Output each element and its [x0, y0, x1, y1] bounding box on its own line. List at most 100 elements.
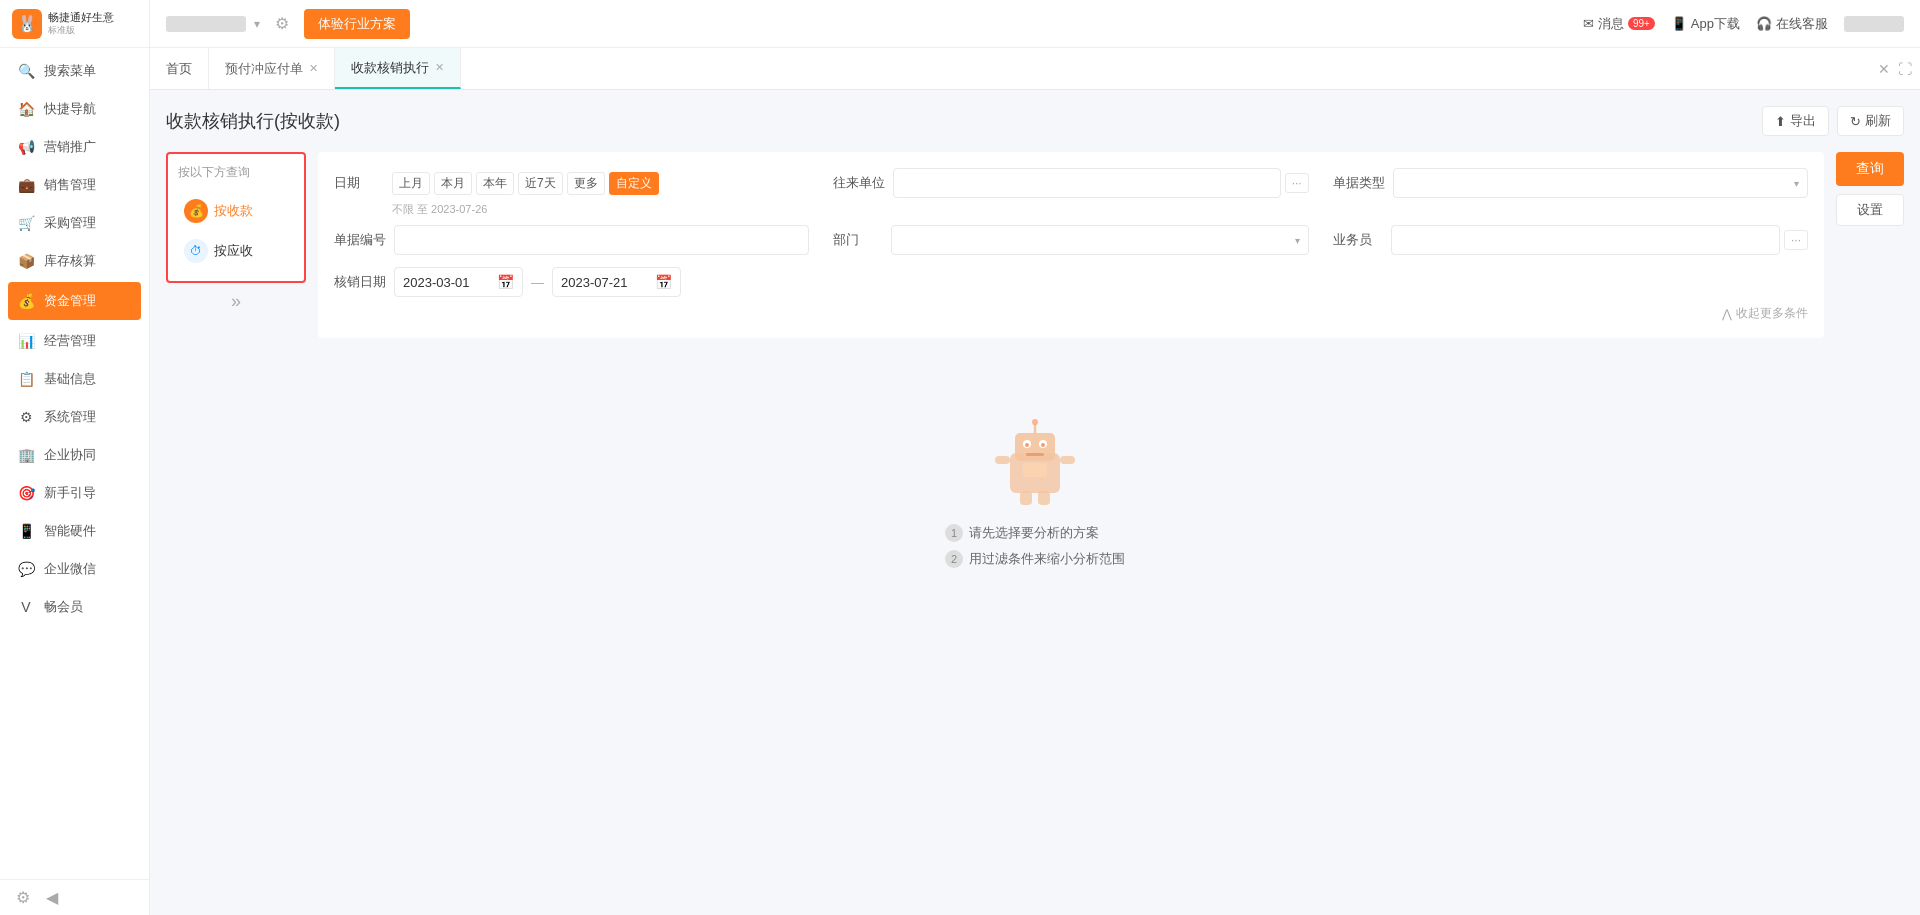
sidebar-item-system[interactable]: ⚙ 系统管理	[0, 398, 149, 436]
collapse-sidebar-icon[interactable]: ◀	[46, 888, 58, 907]
export-button[interactable]: ⬆ 导出	[1762, 106, 1829, 136]
tab-receipt[interactable]: 收款核销执行 ✕	[335, 48, 461, 89]
company-dropdown-icon[interactable]: ▾	[254, 17, 260, 31]
query-button[interactable]: 查询	[1836, 152, 1904, 186]
empty-state: 1 请先选择要分析的方案 2 用过滤条件来缩小分析范围	[166, 338, 1904, 656]
header-right: ✉ 消息 99+ 📱 App下载 🎧 在线客服	[1583, 15, 1904, 33]
inventory-icon: 📦	[16, 253, 36, 269]
sidebar-label-inventory: 库存核算	[44, 252, 96, 270]
sidebar-item-inventory[interactable]: 📦 库存核算	[0, 242, 149, 280]
filter-sidebar: 按以下方查询 💰 按收款 ⏱ 按应收 »	[166, 152, 306, 338]
verify-date-end-wrap: 2023-07-21 📅	[552, 267, 681, 297]
sidebar-item-enterprise[interactable]: 🏢 企业协同	[0, 436, 149, 474]
purchase-icon: 🛒	[16, 215, 36, 231]
voucher-no-row: 单据编号	[334, 225, 809, 255]
department-select[interactable]: ▾	[891, 225, 1308, 255]
tab-close-all-button[interactable]: ✕	[1878, 61, 1890, 77]
department-label: 部门	[833, 231, 883, 249]
online-service-action[interactable]: 🎧 在线客服	[1756, 15, 1828, 33]
date-more-btn[interactable]: 更多	[567, 172, 605, 195]
date-custom-btn[interactable]: 自定义	[609, 172, 659, 195]
tab-bar: 首页 预付冲应付单 ✕ 收款核销执行 ✕ ✕ ⛶	[150, 48, 1920, 90]
hardware-icon: 📱	[16, 523, 36, 539]
staff-input[interactable]	[1391, 225, 1780, 255]
top-header: ▾ ⚙ 体验行业方案 ✉ 消息 99+ 📱 App下载 🎧 在线客服	[150, 0, 1920, 48]
filter-collapse-button[interactable]: »	[166, 291, 306, 312]
staff-more-btn[interactable]: ···	[1784, 230, 1808, 250]
marketing-icon: 📢	[16, 139, 36, 155]
message-badge: 99+	[1628, 17, 1655, 30]
tab-receipt-close[interactable]: ✕	[435, 61, 444, 74]
counterparty-input[interactable]	[893, 168, 1280, 198]
message-label: 消息	[1598, 15, 1624, 33]
sidebar-label-enterprise: 企业协同	[44, 446, 96, 464]
sidebar-label-purchase: 采购管理	[44, 214, 96, 232]
action-bar: 查询 设置	[1836, 152, 1904, 338]
message-icon: ✉	[1583, 16, 1594, 31]
verify-date-start-input[interactable]: 2023-03-01	[403, 275, 493, 290]
app-download-action[interactable]: 📱 App下载	[1671, 15, 1740, 33]
voucher-no-field	[394, 225, 809, 255]
empty-tips: 1 请先选择要分析的方案 2 用过滤条件来缩小分析范围	[945, 524, 1125, 576]
filter-by-receivable[interactable]: ⏱ 按应收	[178, 231, 294, 271]
date-7days-btn[interactable]: 近7天	[518, 172, 563, 195]
voucher-no-input[interactable]	[394, 225, 809, 255]
voucher-type-select[interactable]: ▾	[1393, 168, 1808, 198]
settings-button[interactable]: 设置	[1836, 194, 1904, 226]
verify-date-end-input[interactable]: 2023-07-21	[561, 275, 651, 290]
verify-date-row: 核销日期 2023-03-01 📅 — 2023-07-21 📅	[334, 267, 1808, 297]
chevron-up-icon: ⋀	[1722, 307, 1732, 321]
sidebar-item-finance[interactable]: 💰 资金管理	[8, 282, 141, 320]
sidebar-item-hardware[interactable]: 📱 智能硬件	[0, 512, 149, 550]
logo-sub: 标准版	[48, 24, 114, 37]
settings-bottom-icon[interactable]: ⚙	[16, 888, 30, 907]
collapse-conditions-button[interactable]: ⋀ 收起更多条件	[1722, 305, 1808, 322]
message-action[interactable]: ✉ 消息 99+	[1583, 15, 1655, 33]
calendar-end-icon[interactable]: 📅	[655, 274, 672, 290]
svg-point-4	[1025, 443, 1029, 447]
sidebar-item-marketing[interactable]: 📢 营销推广	[0, 128, 149, 166]
staff-row: 业务员 ···	[1333, 225, 1808, 255]
counterparty-search-row: 往来单位 ···	[833, 168, 1308, 198]
refresh-button[interactable]: ↻ 刷新	[1837, 106, 1904, 136]
department-arrow: ▾	[1295, 235, 1300, 246]
tab-expand-button[interactable]: ⛶	[1898, 61, 1912, 77]
voucher-type-arrow: ▾	[1794, 178, 1799, 189]
sidebar-item-basic[interactable]: 📋 基础信息	[0, 360, 149, 398]
filter-box: 按以下方查询 💰 按收款 ⏱ 按应收	[166, 152, 306, 283]
filter-by-receipt[interactable]: 💰 按收款	[178, 191, 294, 231]
voucher-type-search-row: 单据类型 ▾	[1333, 168, 1808, 198]
search-row-1: 日期 上月 本月 本年 近7天 更多 自定义	[334, 168, 1808, 198]
sidebar-item-sales[interactable]: 💼 销售管理	[0, 166, 149, 204]
sidebar-item-member[interactable]: V 畅会员	[0, 588, 149, 626]
svg-rect-6	[1026, 453, 1044, 456]
settings-header-button[interactable]: ⚙	[268, 10, 296, 38]
tab-prepay-close[interactable]: ✕	[309, 62, 318, 75]
home-icon: 🏠	[16, 101, 36, 117]
tab-home[interactable]: 首页	[150, 48, 209, 89]
date-last-month-btn[interactable]: 上月	[392, 172, 430, 195]
date-this-year-btn[interactable]: 本年	[476, 172, 514, 195]
sidebar-item-shortcut[interactable]: 🏠 快捷导航	[0, 90, 149, 128]
main-area: ▾ ⚙ 体验行业方案 ✉ 消息 99+ 📱 App下载 🎧 在线客服 首页	[150, 0, 1920, 915]
sales-icon: 💼	[16, 177, 36, 193]
industry-solution-button[interactable]: 体验行业方案	[304, 9, 410, 39]
search-row-2: 单据编号 部门 ▾	[334, 225, 1808, 255]
date-this-month-btn[interactable]: 本月	[434, 172, 472, 195]
sidebar-label-management: 经营管理	[44, 332, 96, 350]
tab-prepay[interactable]: 预付冲应付单 ✕	[209, 48, 335, 89]
receivable-filter-icon: ⏱	[184, 239, 208, 263]
calendar-start-icon[interactable]: 📅	[497, 274, 514, 290]
sidebar-item-search[interactable]: 🔍 搜索菜单	[0, 52, 149, 90]
search-action-area: 日期 上月 本月 本年 近7天 更多 自定义	[318, 152, 1904, 338]
sidebar-label-system: 系统管理	[44, 408, 96, 426]
sidebar-item-wechat[interactable]: 💬 企业微信	[0, 550, 149, 588]
sidebar-label-shortcut: 快捷导航	[44, 100, 96, 118]
counterparty-more-btn[interactable]: ···	[1285, 173, 1309, 193]
sidebar-item-management[interactable]: 📊 经营管理	[0, 322, 149, 360]
staff-field: ···	[1391, 225, 1808, 255]
sidebar-item-guide[interactable]: 🎯 新手引导	[0, 474, 149, 512]
sidebar-item-purchase[interactable]: 🛒 采购管理	[0, 204, 149, 242]
sidebar-label-sales: 销售管理	[44, 176, 96, 194]
voucher-type-field: ▾	[1393, 168, 1808, 198]
